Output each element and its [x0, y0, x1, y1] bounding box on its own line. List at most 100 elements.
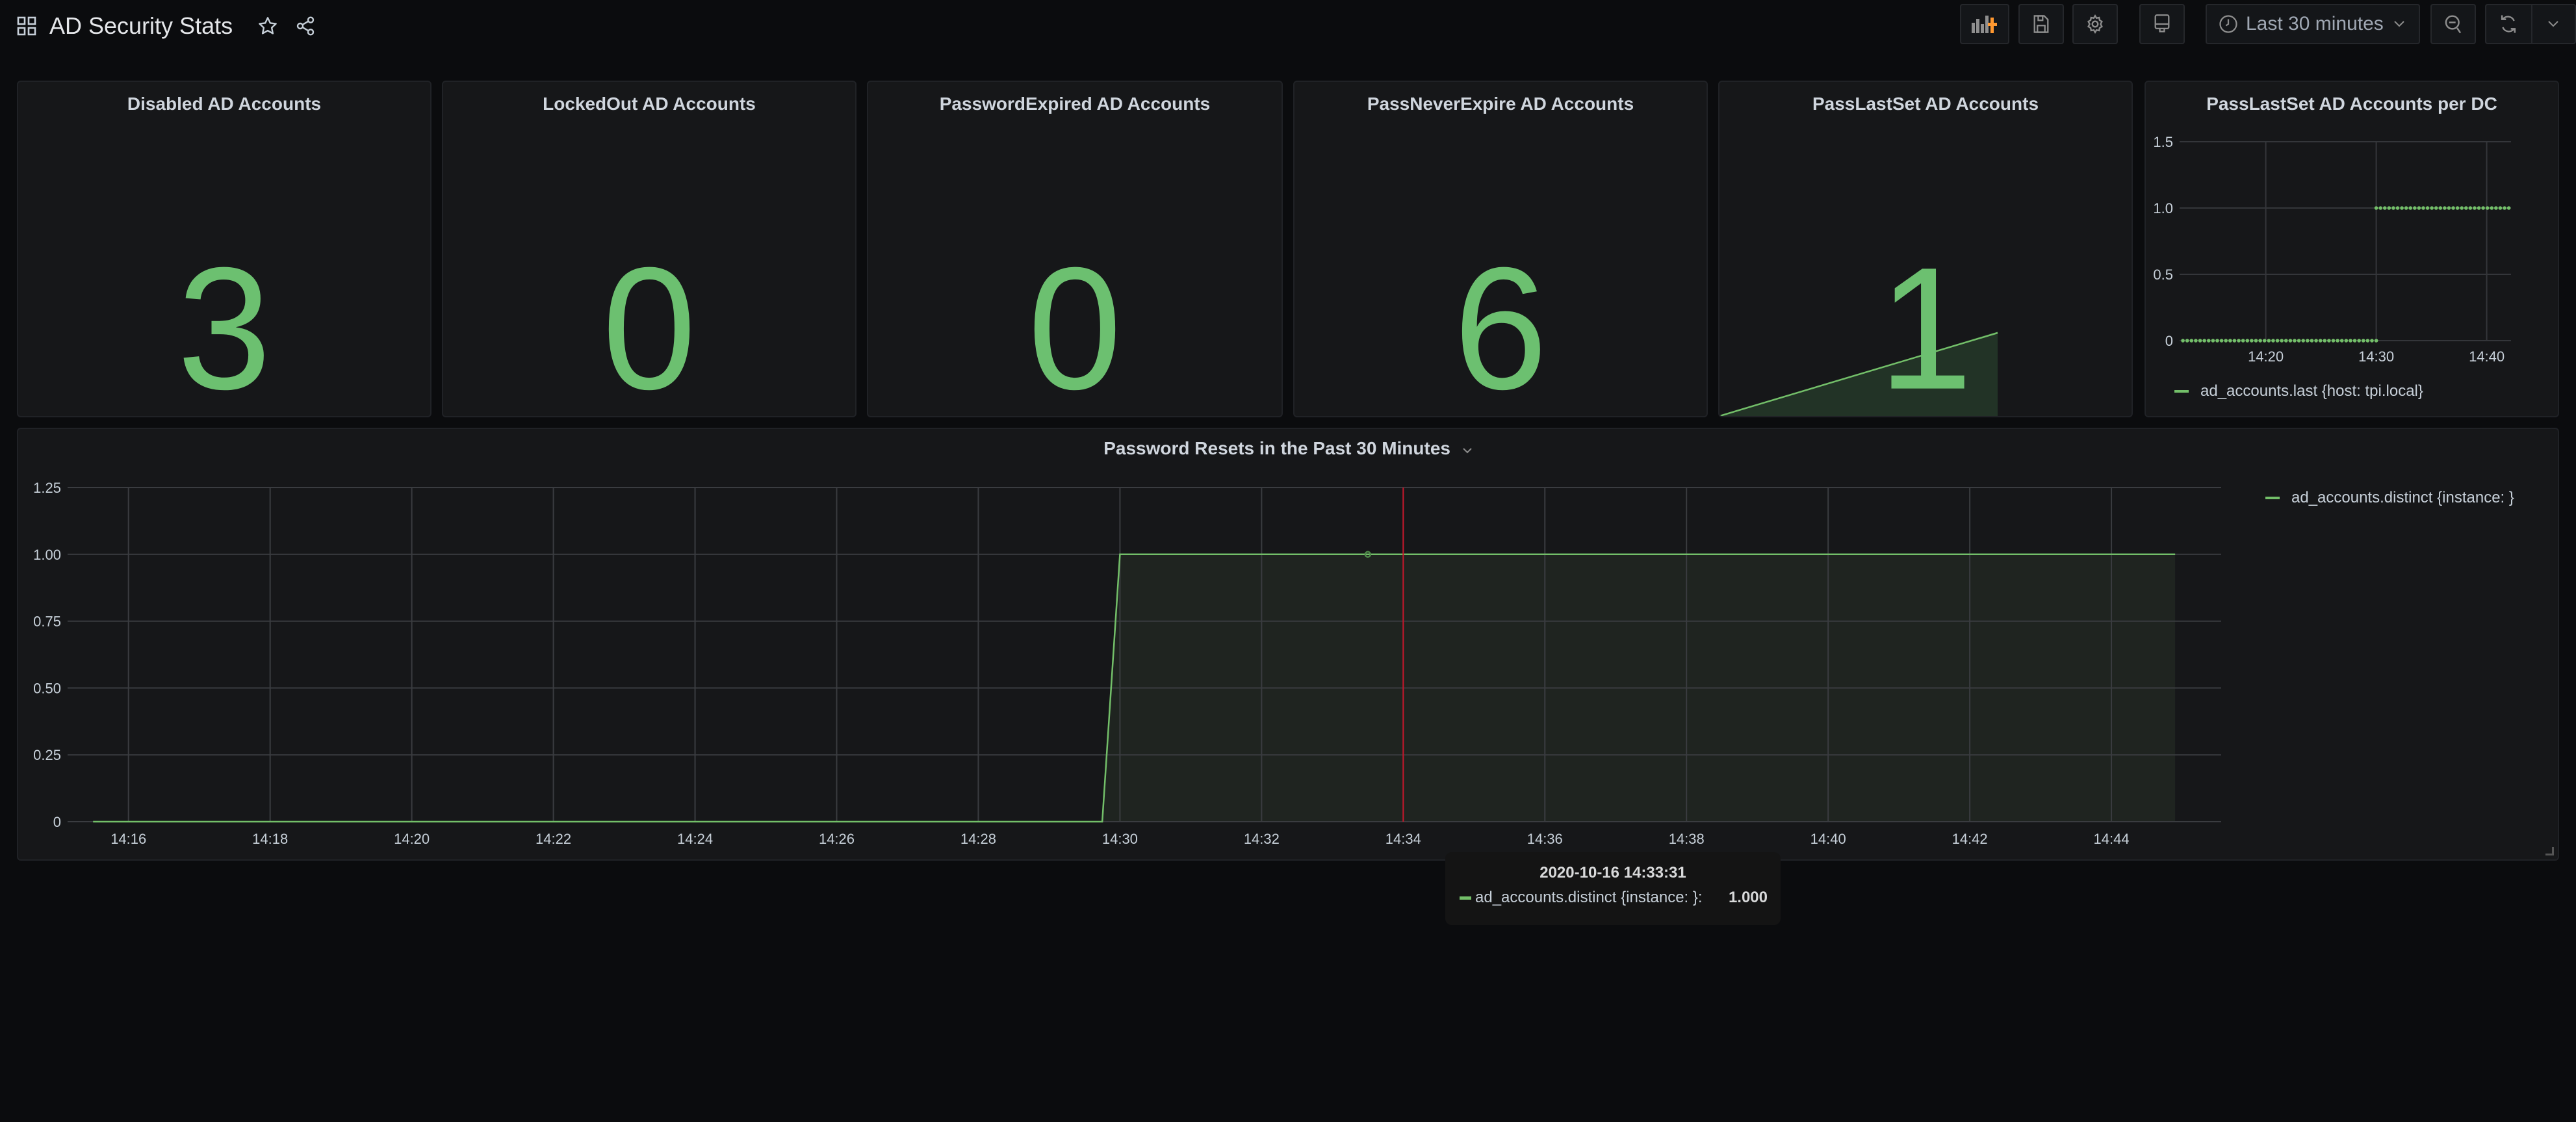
- panel-title[interactable]: Disabled AD Accounts: [18, 94, 430, 114]
- data-point: [2185, 339, 2189, 343]
- data-point: [2443, 206, 2447, 210]
- x-tick-label: 14:26: [819, 831, 855, 847]
- data-point: [2352, 339, 2357, 343]
- add-panel-icon: [1972, 16, 1997, 33]
- data-point: [2314, 339, 2318, 343]
- data-point: [2485, 206, 2490, 210]
- data-point: [2245, 339, 2250, 343]
- data-point: [2400, 206, 2404, 210]
- data-point: [2455, 206, 2460, 210]
- data-point: [2370, 339, 2374, 343]
- add-panel-button[interactable]: [1960, 4, 2009, 44]
- dashboard-settings-button[interactable]: [2072, 4, 2118, 44]
- data-point: [2189, 339, 2194, 343]
- chevron-down-icon: [2548, 21, 2559, 27]
- stat-panel-lockedout-accounts[interactable]: LockedOut AD Accounts 0: [442, 81, 857, 417]
- data-point: [2460, 206, 2464, 210]
- zoom-out-button[interactable]: [2430, 4, 2476, 44]
- data-point: [2357, 339, 2361, 343]
- data-point: [2490, 206, 2494, 210]
- data-point: [2361, 339, 2365, 343]
- main-graph-chart[interactable]: 0 0.25 0.50 0.75 1.00 1.25 14:16 14:18 14:20 14:2…: [18, 429, 2234, 861]
- time-range-picker[interactable]: Last 30 minutes: [2206, 4, 2420, 44]
- graph-panel-pass-last-set-per-dc[interactable]: PassLastSet AD Accounts per DC 0 0.5 1.0 1.…: [2145, 81, 2559, 417]
- stat-panel-password-expired[interactable]: PasswordExpired AD Accounts 0: [867, 81, 1283, 417]
- data-point: [2430, 206, 2434, 210]
- legend-label: ad_accounts.last {host: tpi.local}: [2200, 382, 2423, 400]
- data-point: [2271, 339, 2275, 343]
- data-point: [2464, 206, 2468, 210]
- panel-resize-handle[interactable]: [2545, 847, 2554, 855]
- star-icon[interactable]: [255, 13, 281, 39]
- stat-panel-disabled-accounts[interactable]: Disabled AD Accounts 3: [17, 81, 431, 417]
- share-icon[interactable]: [292, 13, 318, 39]
- tooltip-series-row: ad_accounts.distinct {instance: }: 1.000: [1460, 889, 1768, 907]
- data-point: [2254, 339, 2258, 343]
- data-point: [2404, 206, 2408, 210]
- data-point: [2323, 339, 2327, 343]
- panel-title[interactable]: PassLastSet AD Accounts: [1719, 94, 2132, 114]
- data-point: [2494, 206, 2498, 210]
- panel-title[interactable]: PasswordExpired AD Accounts: [868, 94, 1282, 114]
- x-tick-label: 14:18: [252, 831, 288, 847]
- panel-title[interactable]: LockedOut AD Accounts: [443, 94, 855, 114]
- data-point: [2202, 339, 2206, 343]
- data-point: [2288, 339, 2293, 343]
- y-tick-label: 1.25: [33, 480, 61, 496]
- y-tick-label: 1.00: [33, 547, 61, 563]
- data-point: [2473, 206, 2477, 210]
- data-point: [2215, 339, 2219, 343]
- x-tick-label: 14:40: [1810, 831, 1846, 847]
- data-point: [2349, 339, 2352, 343]
- data-point: [2327, 339, 2331, 343]
- data-point: [2438, 206, 2443, 210]
- graph-panel-password-resets[interactable]: Password Resets in the Past 30 Minutes 0…: [17, 428, 2559, 861]
- y-tick-label: 1.5: [2153, 134, 2173, 150]
- data-point: [2211, 339, 2215, 343]
- stat-value: 0: [1027, 231, 1122, 426]
- y-tick-label: 0: [2165, 333, 2173, 349]
- legend-item[interactable]: ad_accounts.distinct {instance: }: [2265, 489, 2514, 507]
- data-point: [2310, 339, 2314, 343]
- stat-panel-pass-never-expire[interactable]: PassNeverExpire AD Accounts 6: [1293, 81, 1708, 417]
- y-tick-label: 0: [53, 814, 61, 830]
- dashboard-title[interactable]: AD Security Stats: [49, 12, 233, 40]
- data-point: [2408, 206, 2413, 210]
- data-point: [2413, 206, 2417, 210]
- data-point: [2262, 339, 2267, 343]
- save-dashboard-button[interactable]: [2018, 4, 2064, 44]
- data-point: [2336, 339, 2339, 343]
- refresh-button[interactable]: [2486, 5, 2532, 43]
- dashboard-grid-icon[interactable]: [17, 16, 36, 36]
- data-point: [2477, 206, 2481, 210]
- x-tick-label: 14:40: [2469, 348, 2505, 365]
- y-tick-label: 1.0: [2153, 200, 2173, 216]
- tv-mode-button[interactable]: [2139, 4, 2185, 44]
- data-point: [2267, 339, 2271, 343]
- stat-panel-pass-last-set[interactable]: PassLastSet AD Accounts 1: [1718, 81, 2133, 417]
- x-tick-label: 14:28: [960, 831, 996, 847]
- tooltip-value: 1.000: [1728, 889, 1768, 906]
- stat-value: 3: [177, 231, 272, 426]
- data-point: [2258, 339, 2262, 343]
- data-point: [2228, 339, 2232, 343]
- tooltip-swatch: [1460, 896, 1471, 900]
- x-tick-label: 14:20: [394, 831, 430, 847]
- refresh-interval-dropdown[interactable]: [2532, 5, 2575, 43]
- legend-item[interactable]: ad_accounts.last {host: tpi.local}: [2174, 382, 2423, 400]
- tooltip-series-name: ad_accounts.distinct {instance: }:: [1475, 889, 1703, 906]
- data-point: [2503, 206, 2506, 210]
- data-point: [2198, 339, 2202, 343]
- x-tick-label: 14:24: [677, 831, 713, 847]
- small-graph-chart[interactable]: 0 0.5 1.0 1.5 14:20 14:30 14:40: [2146, 82, 2559, 417]
- panel-title[interactable]: PassNeverExpire AD Accounts: [1294, 94, 1707, 114]
- data-point: [2374, 339, 2378, 343]
- data-point: [2382, 206, 2387, 210]
- dashboard-header: AD Security Stats Last 30 minutes: [0, 0, 2576, 52]
- data-point: [2318, 339, 2323, 343]
- y-tick-label: 0.75: [33, 614, 61, 630]
- data-point: [2306, 339, 2310, 343]
- data-point: [2232, 339, 2237, 343]
- y-tick-label: 0.5: [2153, 267, 2173, 283]
- data-point: [2387, 206, 2391, 210]
